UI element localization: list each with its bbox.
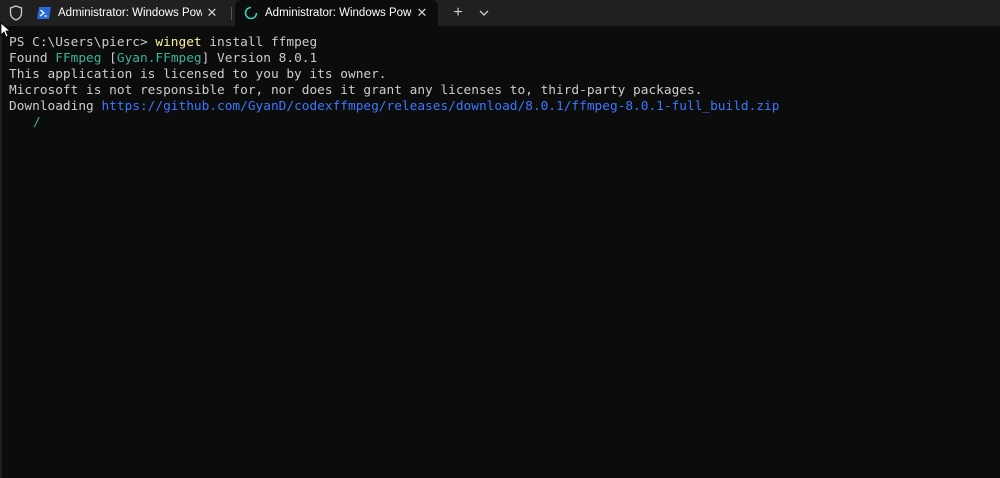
tab-bar: Administrator: Windows PowerShell ✕ Admi…	[0, 0, 1000, 26]
progress-spinner: /	[33, 115, 41, 130]
terminal-output[interactable]: PS C:\Users\pierc> winget install ffmpeg…	[0, 26, 1000, 478]
close-icon[interactable]: ✕	[412, 3, 432, 23]
loading-spinner-icon	[243, 5, 259, 21]
prompt: PS C:\Users\pierc>	[9, 35, 156, 50]
tab-title: Administrator: Windows PowerShell	[265, 7, 412, 19]
downloading-prefix: Downloading	[9, 99, 102, 114]
tab-powershell-1[interactable]: Administrator: Windows PowerShell ✕	[28, 0, 228, 26]
new-tab-button[interactable]: +	[448, 3, 468, 23]
downloading-line: Downloading https://github.com/GyanD/cod…	[9, 99, 779, 115]
shield-icon[interactable]	[7, 5, 25, 21]
package-id: Gyan.FFmpeg	[116, 51, 202, 66]
license-line: This application is licensed to you by i…	[9, 67, 387, 82]
tab-title: Administrator: Windows PowerShell	[58, 7, 202, 19]
tab-powershell-2[interactable]: Administrator: Windows PowerShell ✕	[235, 0, 438, 26]
chevron-down-icon[interactable]	[474, 3, 494, 23]
command-name: winget	[155, 35, 202, 50]
found-line: Found FFmpeg [Gyan.FFmpeg] Version 8.0.1	[9, 51, 317, 67]
package-version: ] Version 8.0.1	[201, 51, 318, 66]
package-name: FFmpeg	[55, 51, 102, 66]
package-open: [	[101, 51, 117, 66]
powershell-icon	[36, 5, 52, 21]
command-line: PS C:\Users\pierc> winget install ffmpeg	[9, 35, 317, 51]
tab-divider	[231, 7, 232, 20]
close-icon[interactable]: ✕	[202, 3, 222, 23]
mouse-cursor-icon	[0, 22, 10, 38]
disclaimer-line: Microsoft is not responsible for, nor do…	[9, 83, 703, 98]
found-prefix: Found	[9, 51, 56, 66]
command-args: install ffmpeg	[201, 35, 318, 50]
download-link[interactable]: https://github.com/GyanD/codexffmpeg/rel…	[101, 99, 779, 114]
